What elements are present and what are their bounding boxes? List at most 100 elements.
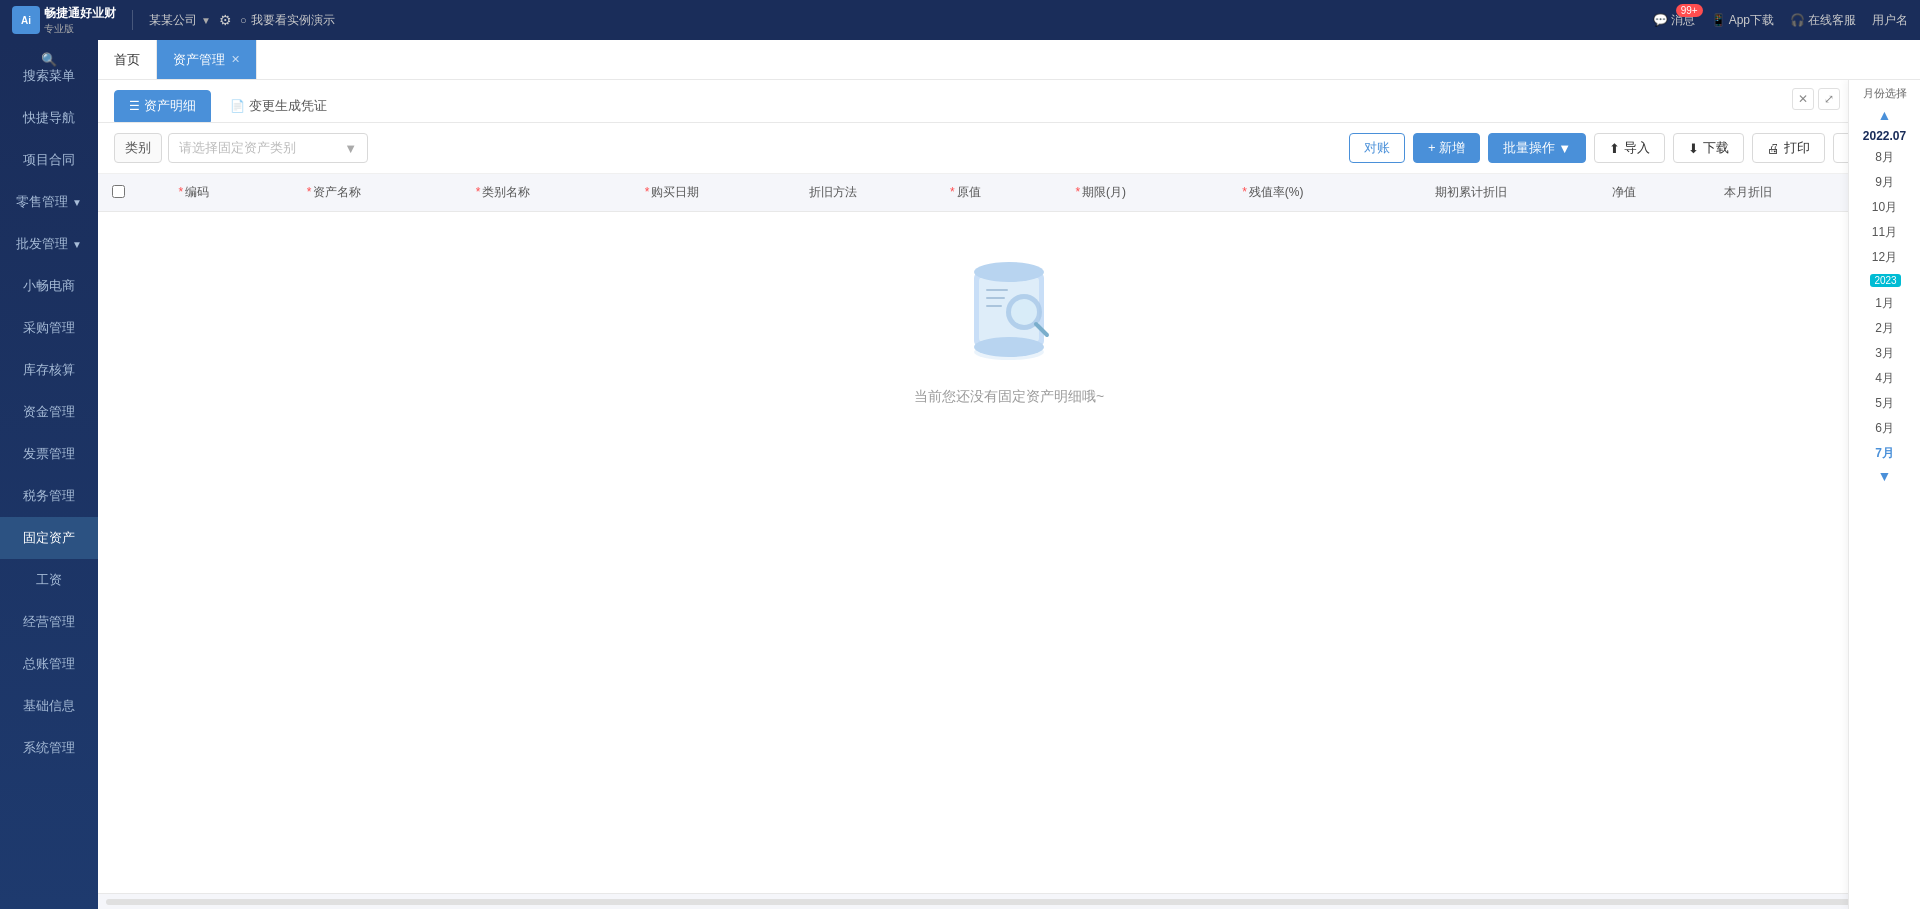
tab-asset-management[interactable]: 资产管理 ✕ <box>157 40 257 80</box>
sidebar-item-tax[interactable]: 税务管理 <box>0 475 98 517</box>
retail-arrow-icon: ▼ <box>72 197 82 208</box>
tab-close-icon[interactable]: ✕ <box>231 53 240 66</box>
sidebar-item-retail[interactable]: 零售管理 ▼ <box>0 181 98 223</box>
panel-close-button[interactable]: ✕ <box>1792 88 1814 110</box>
month-item-2023-1[interactable]: 1月 <box>1849 291 1920 316</box>
category-select: 类别 请选择固定资产类别 ▼ <box>114 133 368 163</box>
sidebar-item-purchase[interactable]: 采购管理 <box>0 307 98 349</box>
sub-tab-bar: ☰ 资产明细 📄 变更生成凭证 <box>98 80 1920 123</box>
sidebar-item-ecommerce[interactable]: 小畅电商 <box>0 265 98 307</box>
app-download-button[interactable]: 📱 App下载 <box>1711 12 1774 29</box>
main-layout: 🔍 搜索菜单 快捷导航 项目合同 零售管理 ▼ 批发管理 ▼ 小畅电商 采购管理… <box>0 40 1920 909</box>
tab-bar: 首页 资产管理 ✕ <box>98 40 1920 80</box>
print-button[interactable]: 🖨 打印 <box>1752 133 1825 163</box>
sidebar-item-invoice[interactable]: 发票管理 <box>0 433 98 475</box>
import-button[interactable]: ⬆ 导入 <box>1594 133 1665 163</box>
toolbar: 类别 请选择固定资产类别 ▼ 对账 + 新增 <box>98 123 1920 174</box>
sidebar-item-fixed-assets[interactable]: 固定资产 <box>0 517 98 559</box>
sidebar-item-inventory[interactable]: 库存核算 <box>0 349 98 391</box>
sidebar-item-project-contract[interactable]: 项目合同 <box>0 139 98 181</box>
panel-expand-button[interactable]: ⤢ <box>1818 88 1840 110</box>
header-code: *编码 <box>138 174 250 212</box>
reconcile-button[interactable]: 对账 <box>1349 133 1405 163</box>
month-item-2023-3[interactable]: 3月 <box>1849 341 1920 366</box>
company-selector[interactable]: 某某公司 ▼ <box>149 12 211 29</box>
top-bar-right: 💬 消息 99+ 📱 App下载 🎧 在线客服 用户名 <box>1653 12 1908 29</box>
table-header-row: *编码 *资产名称 *类别名称 *购买日期 折旧方法 *原值 *期限(月) *残… <box>98 174 1920 212</box>
bottom-scrollbar <box>98 893 1920 909</box>
message-icon: 💬 <box>1653 13 1668 27</box>
sidebar-item-general-ledger[interactable]: 总账管理 <box>0 643 98 685</box>
message-button[interactable]: 💬 消息 99+ <box>1653 12 1695 29</box>
header-monthly-depreciation: 本月折旧 <box>1671 174 1824 212</box>
header-net-value: 净值 <box>1576 174 1672 212</box>
month-item-9[interactable]: 9月 <box>1849 170 1920 195</box>
wholesale-arrow-icon: ▼ <box>72 239 82 250</box>
header-purchase-date: *购买日期 <box>587 174 756 212</box>
user-menu[interactable]: 用户名 <box>1872 12 1908 29</box>
brand-name: 畅捷通好业财 专业版 <box>44 5 116 36</box>
empty-illustration <box>949 252 1069 372</box>
year-2023-badge: 2023 <box>1870 274 1900 287</box>
sub-tab-asset-detail[interactable]: ☰ 资产明细 <box>114 90 211 122</box>
import-icon: ⬆ <box>1609 141 1620 156</box>
month-arrow-up[interactable]: ▲ <box>1878 105 1892 125</box>
message-badge: 99+ <box>1676 4 1703 17</box>
month-item-2023-5[interactable]: 5月 <box>1849 391 1920 416</box>
sidebar-item-wholesale[interactable]: 批发管理 ▼ <box>0 223 98 265</box>
header-original-value: *原值 <box>909 174 1021 212</box>
month-item-11[interactable]: 11月 <box>1849 220 1920 245</box>
scrollbar-track[interactable] <box>106 899 1912 905</box>
header-depreciation-method: 折旧方法 <box>756 174 909 212</box>
select-all-checkbox[interactable] <box>112 185 125 198</box>
empty-state: 当前您还没有固定资产明细哦~ <box>98 212 1920 446</box>
header-residual-rate: *残值率(%) <box>1180 174 1365 212</box>
month-panel-title: 月份选择 <box>1863 86 1907 101</box>
search-icon: 🔍 <box>41 52 57 67</box>
settings-button[interactable]: ⚙ <box>219 12 232 28</box>
demo-link[interactable]: 我要看实例演示 <box>240 12 335 29</box>
sidebar-item-quick-nav[interactable]: 快捷导航 <box>0 97 98 139</box>
add-button[interactable]: + 新增 <box>1413 133 1480 163</box>
category-input[interactable]: 请选择固定资产类别 ▼ <box>168 133 368 163</box>
sidebar-item-finance[interactable]: 资金管理 <box>0 391 98 433</box>
download-button[interactable]: ⬇ 下载 <box>1673 133 1744 163</box>
panel-controls: ✕ ⤢ <box>1792 88 1840 110</box>
sidebar-item-basic-info[interactable]: 基础信息 <box>0 685 98 727</box>
sidebar-item-salary[interactable]: 工资 <box>0 559 98 601</box>
top-bar: Ai 畅捷通好业财 专业版 某某公司 ▼ ⚙ 我要看实例演示 💬 消息 99+ … <box>0 0 1920 40</box>
asset-detail-icon: ☰ <box>129 99 140 113</box>
app-icon: 📱 <box>1711 13 1726 27</box>
month-item-2023-4[interactable]: 4月 <box>1849 366 1920 391</box>
download-icon: ⬇ <box>1688 141 1699 156</box>
batch-operation-button[interactable]: 批量操作 ▼ <box>1488 133 1586 163</box>
svg-point-6 <box>1011 299 1037 325</box>
month-item-2023-6[interactable]: 6月 <box>1849 416 1920 441</box>
month-item-10[interactable]: 10月 <box>1849 195 1920 220</box>
svg-point-4 <box>974 337 1044 357</box>
print-icon: 🖨 <box>1767 141 1780 156</box>
sidebar-item-system[interactable]: 系统管理 <box>0 727 98 769</box>
month-item-2023-2[interactable]: 2月 <box>1849 316 1920 341</box>
tab-home[interactable]: 首页 <box>98 40 157 80</box>
online-service-button[interactable]: 🎧 在线客服 <box>1790 12 1856 29</box>
year-2022-header: 2022.07 <box>1849 125 1920 145</box>
category-dropdown-icon: ▼ <box>344 141 357 156</box>
sidebar-item-search[interactable]: 🔍 搜索菜单 <box>0 40 98 97</box>
month-panel: 月份选择 ▲ 2022.07 8月 9月 10月 11月 12月 2023 1月… <box>1848 80 1920 909</box>
sidebar-item-operations[interactable]: 经营管理 <box>0 601 98 643</box>
brand-icon: Ai <box>12 6 40 34</box>
header-period: *期限(月) <box>1021 174 1180 212</box>
header-accumulated-depreciation: 期初累计折旧 <box>1365 174 1575 212</box>
category-label[interactable]: 类别 <box>114 133 162 163</box>
sub-tab-change-voucher[interactable]: 📄 变更生成凭证 <box>215 90 342 122</box>
brand-logo: Ai 畅捷通好业财 专业版 <box>12 5 116 36</box>
headset-icon: 🎧 <box>1790 13 1805 27</box>
year-2023-row: 2023 <box>1868 270 1900 291</box>
month-item-8[interactable]: 8月 <box>1849 145 1920 170</box>
table-wrap: *编码 *资产名称 *类别名称 *购买日期 折旧方法 *原值 *期限(月) *残… <box>98 174 1920 893</box>
month-item-12[interactable]: 12月 <box>1849 245 1920 270</box>
month-item-2023-7[interactable]: 7月 <box>1849 441 1920 466</box>
change-voucher-icon: 📄 <box>230 99 245 113</box>
month-arrow-down[interactable]: ▼ <box>1878 466 1892 486</box>
